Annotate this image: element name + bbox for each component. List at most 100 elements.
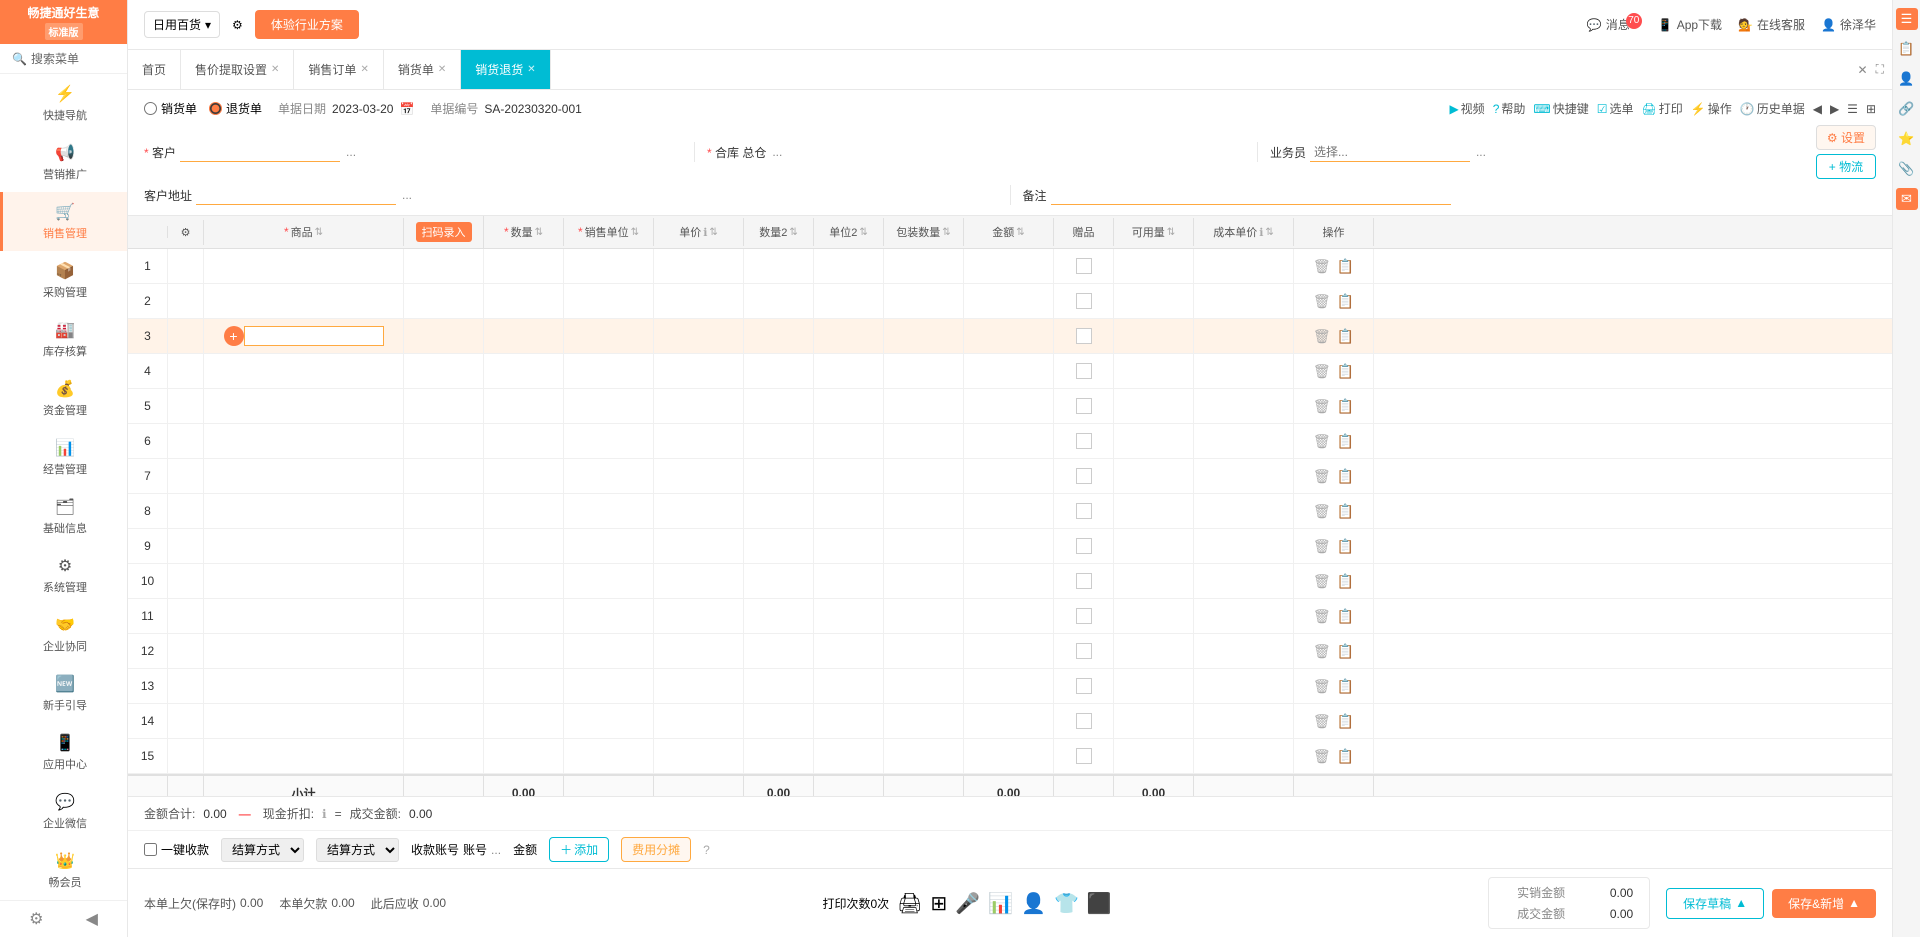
gift-cell[interactable] <box>1054 424 1114 458</box>
calendar-icon[interactable]: 📅 <box>399 102 414 116</box>
settings-icon[interactable]: ⚙ <box>232 18 243 32</box>
sidebar-item-operation[interactable]: 📊经营管理 <box>0 428 127 487</box>
delete-icon[interactable]: 🗑 <box>1313 433 1331 450</box>
sidebar-item-finance[interactable]: 💰资金管理 <box>0 369 127 428</box>
settings-icon[interactable]: ⚙ <box>29 909 43 929</box>
gift-cell[interactable] <box>1054 739 1114 773</box>
collapse-icon[interactable]: ◀ <box>86 909 98 929</box>
delete-icon[interactable]: 🗑 <box>1313 293 1331 310</box>
tab-return[interactable]: 销货退货✕ <box>461 50 550 89</box>
sidebar-item-apps[interactable]: 📱应用中心 <box>0 723 127 782</box>
close-tab-return[interactable]: ✕ <box>527 64 535 75</box>
delete-icon[interactable]: 🗑 <box>1313 398 1331 415</box>
gift-cell[interactable] <box>1054 459 1114 493</box>
customer-select-btn[interactable]: ... <box>346 145 356 159</box>
copy-icon[interactable]: 📋 <box>1337 503 1354 520</box>
copy-icon[interactable]: 📋 <box>1337 538 1354 555</box>
online-service-button[interactable]: 💁 在线客服 <box>1738 16 1805 33</box>
save-new-button[interactable]: 保存&新增 ▲ <box>1772 889 1876 918</box>
right-panel-btn-7[interactable]: ✉ <box>1896 188 1918 210</box>
gift-checkbox[interactable] <box>1076 608 1092 624</box>
gift-cell[interactable] <box>1054 529 1114 563</box>
product-input-cell[interactable]: + <box>204 319 404 353</box>
tab-price[interactable]: 售价提取设置✕ <box>181 50 294 89</box>
copy-icon[interactable]: 📋 <box>1337 258 1354 275</box>
one-click-pay-check[interactable] <box>144 843 157 856</box>
copy-icon[interactable]: 📋 <box>1337 643 1354 660</box>
copy-icon[interactable]: 📋 <box>1337 363 1354 380</box>
wuliu-button[interactable]: + 物流 <box>1816 154 1876 179</box>
copy-icon[interactable]: 📋 <box>1337 293 1354 310</box>
delete-icon[interactable]: 🗑 <box>1313 748 1331 765</box>
video-btn[interactable]: ▶ 视频 <box>1449 100 1484 117</box>
help-btn[interactable]: ? 帮助 <box>1493 100 1526 117</box>
gift-cell[interactable] <box>1054 249 1114 283</box>
sidebar-item-vip[interactable]: 👑畅会员 <box>0 841 127 900</box>
delete-icon[interactable]: 🗑 <box>1313 608 1331 625</box>
gift-checkbox[interactable] <box>1076 643 1092 659</box>
radio-sale[interactable]: 销货单 <box>144 100 197 117</box>
gift-checkbox[interactable] <box>1076 433 1092 449</box>
add-row-button[interactable]: + <box>224 326 244 346</box>
close-tab-delivery[interactable]: ✕ <box>438 64 446 75</box>
next-icon[interactable]: ▶ <box>1830 102 1839 116</box>
copy-icon[interactable]: 📋 <box>1337 328 1354 345</box>
radio-return[interactable]: 退货单 <box>209 100 262 117</box>
customer-input[interactable] <box>180 143 340 162</box>
add-fee-button[interactable]: ＋ 添加 <box>549 837 609 862</box>
gift-checkbox[interactable] <box>1076 398 1092 414</box>
card-view-icon[interactable]: ⊞ <box>1866 102 1876 116</box>
message-button[interactable]: 💬 消息 70 <box>1587 16 1642 33</box>
gift-cell[interactable] <box>1054 389 1114 423</box>
delete-icon[interactable]: 🗑 <box>1313 258 1331 275</box>
copy-icon[interactable]: 📋 <box>1337 713 1354 730</box>
print-btn[interactable]: 🖨 打印 <box>1642 100 1683 117</box>
tab-order[interactable]: 销售订单✕ <box>294 50 383 89</box>
close-tab-icon[interactable]: ✕ <box>1858 63 1868 77</box>
product-input[interactable] <box>244 326 384 346</box>
tab-home[interactable]: 首页 <box>128 50 181 89</box>
copy-icon[interactable]: 📋 <box>1337 573 1354 590</box>
sidebar-item-quick[interactable]: ⚡快捷导航 <box>0 74 127 133</box>
delete-icon[interactable]: 🗑 <box>1313 503 1331 520</box>
gift-cell[interactable] <box>1054 284 1114 318</box>
copy-icon[interactable]: 📋 <box>1337 433 1354 450</box>
gift-checkbox[interactable] <box>1076 258 1092 274</box>
sidebar-item-wechat[interactable]: 💬企业微信 <box>0 782 127 841</box>
sidebar-item-base[interactable]: 🗂基础信息 <box>0 487 127 546</box>
address-select-btn[interactable]: ... <box>402 188 412 202</box>
sidebar-item-sales[interactable]: 🛒销售管理 <box>0 192 127 251</box>
calc-method-select[interactable]: 结算方式 <box>221 838 304 862</box>
staff-input[interactable] <box>1310 143 1470 162</box>
operation-btn[interactable]: ⚡ 操作 <box>1691 100 1732 117</box>
account-select-btn[interactable]: ... <box>491 843 501 857</box>
scan-button[interactable]: 扫码录入 <box>416 222 472 242</box>
gift-checkbox[interactable] <box>1076 363 1092 379</box>
copy-icon[interactable]: 📋 <box>1337 608 1354 625</box>
gift-checkbox[interactable] <box>1076 678 1092 694</box>
close-tab-price[interactable]: ✕ <box>271 64 279 75</box>
right-panel-btn-5[interactable]: ⭐ <box>1896 128 1918 150</box>
gift-cell[interactable] <box>1054 494 1114 528</box>
staff-select-btn[interactable]: ... <box>1476 145 1486 159</box>
delete-icon[interactable]: 🗑 <box>1313 328 1331 345</box>
remark-input[interactable] <box>1051 186 1451 205</box>
gift-checkbox[interactable] <box>1076 328 1092 344</box>
gift-cell[interactable] <box>1054 669 1114 703</box>
sidebar-item-marketing[interactable]: 📢营销推广 <box>0 133 127 192</box>
account-method-select[interactable]: 结算方式 <box>316 838 399 862</box>
gift-checkbox[interactable] <box>1076 503 1092 519</box>
right-panel-btn-1[interactable]: ☰ <box>1896 8 1918 30</box>
setting-button[interactable]: ⚙ 设置 <box>1816 125 1876 150</box>
industry-select[interactable]: 日用百货 ▾ <box>144 11 220 38</box>
col-gear[interactable]: ⚙ <box>168 220 204 245</box>
sidebar-item-inventory[interactable]: 🏭库存核算 <box>0 310 127 369</box>
delete-icon[interactable]: 🗑 <box>1313 573 1331 590</box>
gift-checkbox[interactable] <box>1076 748 1092 764</box>
app-download-button[interactable]: 📱 App下载 <box>1658 16 1722 33</box>
warehouse-select-btn[interactable]: ... <box>772 145 782 159</box>
delete-icon[interactable]: 🗑 <box>1313 678 1331 695</box>
copy-icon[interactable]: 📋 <box>1337 748 1354 765</box>
tab-delivery[interactable]: 销货单✕ <box>384 50 461 89</box>
prev-icon[interactable]: ◀ <box>1813 102 1822 116</box>
